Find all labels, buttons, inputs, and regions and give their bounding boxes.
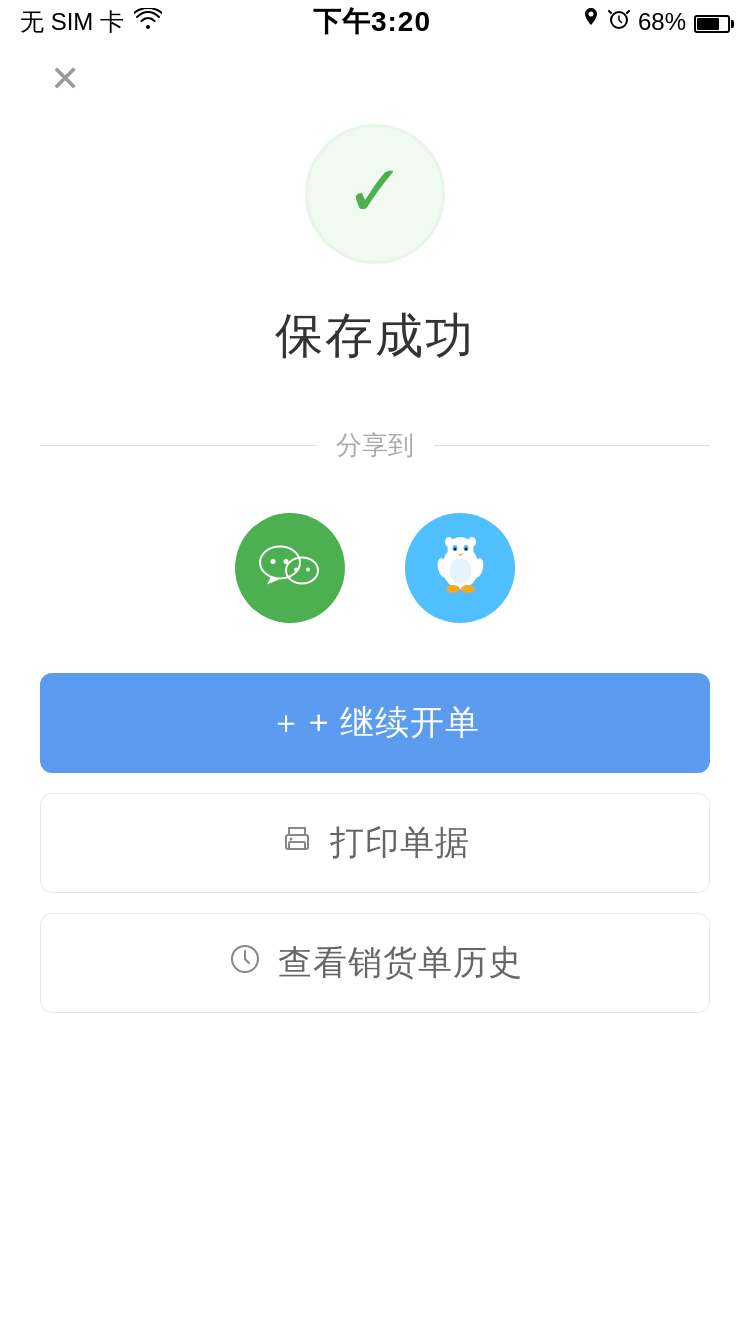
print-label: 打印单据 <box>330 820 470 866</box>
svg-point-4 <box>284 559 289 564</box>
share-icons <box>40 513 710 623</box>
continue-label: + 继续开单 <box>309 700 480 746</box>
location-icon <box>582 8 600 36</box>
status-bar: 无 SIM 卡 下午3:20 68% <box>0 0 750 44</box>
svg-rect-21 <box>289 842 305 849</box>
alarm-icon <box>608 8 630 36</box>
svg-point-17 <box>468 537 476 547</box>
svg-point-12 <box>464 548 467 551</box>
continue-button[interactable]: ＋ + 继续开单 <box>40 673 710 773</box>
svg-point-14 <box>446 585 460 593</box>
print-button[interactable]: 打印单据 <box>40 793 710 893</box>
qq-icon <box>433 535 488 601</box>
wifi-icon <box>134 8 162 36</box>
share-divider: 分享到 <box>40 428 710 463</box>
status-right: 68% <box>582 8 730 36</box>
wechat-icon <box>257 538 323 598</box>
svg-point-1 <box>260 547 300 579</box>
status-time: 下午3:20 <box>313 3 431 41</box>
svg-point-6 <box>306 568 310 572</box>
svg-point-15 <box>461 585 475 593</box>
no-sim-text: 无 SIM 卡 <box>20 6 124 38</box>
svg-point-3 <box>271 559 276 564</box>
history-label: 查看销货单历史 <box>278 940 523 986</box>
share-label: 分享到 <box>316 428 434 463</box>
action-buttons: ＋ + 继续开单 打印单据 查看销货单历 <box>0 673 750 1013</box>
svg-point-5 <box>294 568 298 572</box>
close-icon: ✕ <box>50 61 80 97</box>
checkmark-icon: ✓ <box>345 155 405 227</box>
main-content: ✓ 保存成功 分享到 <box>0 44 750 1013</box>
qq-share-button[interactable] <box>405 513 515 623</box>
plus-icon: ＋ <box>270 701 303 745</box>
close-button[interactable]: ✕ <box>40 54 90 104</box>
history-button[interactable]: 查看销货单历史 <box>40 913 710 1013</box>
svg-point-16 <box>445 537 453 547</box>
share-section: 分享到 <box>0 428 750 623</box>
clock-icon <box>228 942 262 984</box>
status-left: 无 SIM 卡 <box>20 6 162 38</box>
success-circle: ✓ <box>305 124 445 264</box>
battery-text: 68% <box>638 8 686 36</box>
svg-point-13 <box>449 558 471 584</box>
svg-point-2 <box>286 558 318 584</box>
svg-point-11 <box>453 548 456 551</box>
svg-point-22 <box>290 838 293 841</box>
success-title: 保存成功 <box>275 304 475 368</box>
printer-icon <box>280 822 314 864</box>
battery-icon <box>694 8 730 36</box>
wechat-share-button[interactable] <box>235 513 345 623</box>
